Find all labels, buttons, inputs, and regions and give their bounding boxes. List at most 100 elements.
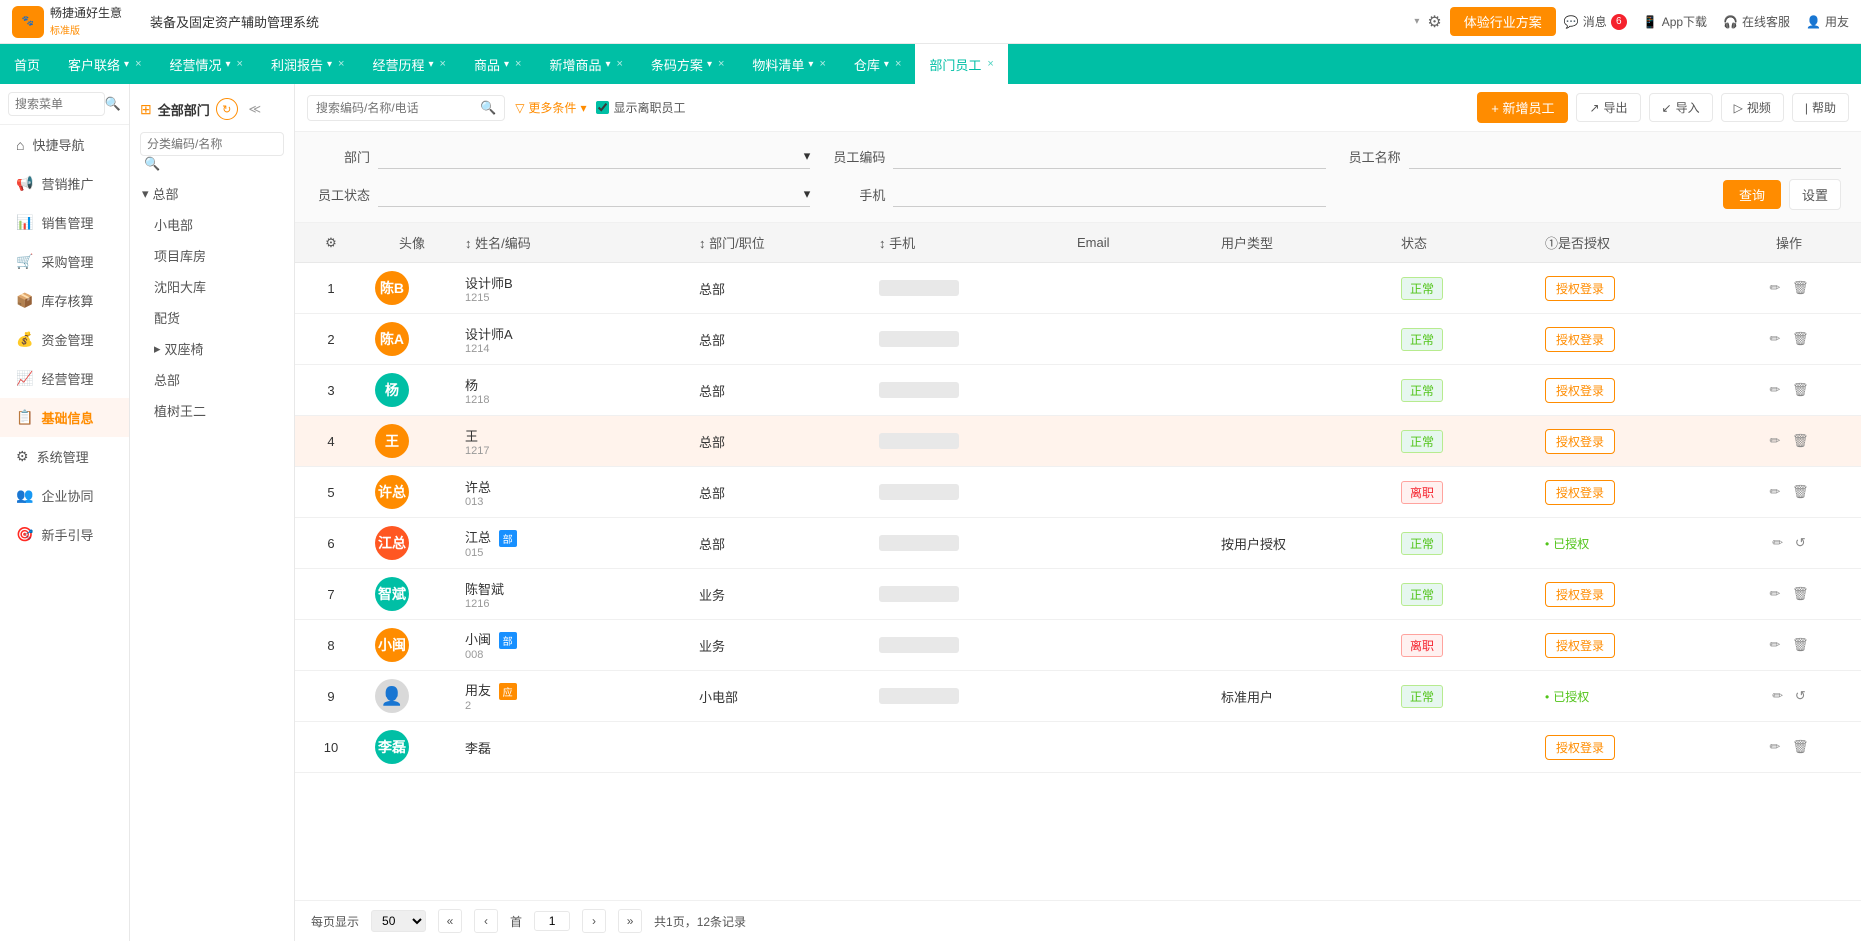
view-btn[interactable]: ▷ 视频: [1721, 93, 1784, 122]
nav-history-close[interactable]: ×: [440, 58, 446, 70]
dept-search-input[interactable]: [140, 132, 284, 156]
nav-barcode-close[interactable]: ×: [718, 58, 724, 70]
settings-icon[interactable]: ⚙: [1427, 12, 1441, 32]
nav-home[interactable]: 首页: [0, 44, 54, 84]
trial-button[interactable]: 体验行业方案: [1450, 7, 1556, 36]
sidebar-item-basic[interactable]: 📋 基础信息: [0, 398, 129, 437]
adv-empcode-input[interactable]: [893, 145, 1325, 169]
th-phone[interactable]: ↕ 手机: [871, 223, 1069, 263]
adv-empname-input[interactable]: [1409, 145, 1841, 169]
dept-item-zhishu[interactable]: 植树王二: [130, 395, 294, 426]
user-btn[interactable]: 👤 用友: [1806, 13, 1849, 30]
adv-status-select[interactable]: ▾: [378, 182, 810, 207]
sidebar-item-ops[interactable]: 📈 经营管理: [0, 359, 129, 398]
prev-page-btn[interactable]: ‹: [474, 909, 498, 933]
nav-bom-close[interactable]: ×: [819, 58, 825, 70]
th-dept[interactable]: ↕ 部门/职位: [691, 223, 871, 263]
delete-icon-2[interactable]: 🗑: [1792, 331, 1809, 346]
last-page-btn[interactable]: »: [618, 909, 642, 933]
edit-icon-6[interactable]: ✏: [1772, 535, 1783, 550]
auth-btn-5[interactable]: 授权登录: [1545, 480, 1615, 505]
filter-more-btn[interactable]: ▽ 更多条件 ▾: [515, 99, 586, 116]
auth-btn-8[interactable]: 授权登录: [1545, 633, 1615, 658]
sidebar-item-marketing[interactable]: 📢 营销推广: [0, 164, 129, 203]
nav-customer[interactable]: 客户联络▾×: [54, 44, 155, 84]
delete-icon-9[interactable]: ↺: [1795, 688, 1806, 703]
th-settings[interactable]: ⚙: [295, 223, 367, 263]
sidebar-item-guide[interactable]: 🎯 新手引导: [0, 515, 129, 554]
show-resigned-input[interactable]: [596, 101, 609, 114]
delete-icon-10[interactable]: 🗑: [1792, 739, 1809, 754]
edit-icon-3[interactable]: ✏: [1769, 382, 1780, 397]
sidebar-item-system[interactable]: ⚙ 系统管理: [0, 437, 129, 476]
search-input[interactable]: [316, 101, 476, 115]
show-resigned-checkbox[interactable]: 显示离职员工: [596, 99, 685, 116]
sidebar-item-sales[interactable]: 📊 销售管理: [0, 203, 129, 242]
sidebar-item-collab[interactable]: 👥 企业协同: [0, 476, 129, 515]
nav-profit-close[interactable]: ×: [338, 58, 344, 70]
delete-icon-3[interactable]: 🗑: [1792, 382, 1809, 397]
delete-icon-4[interactable]: 🗑: [1792, 433, 1809, 448]
auth-btn-10[interactable]: 授权登录: [1545, 735, 1615, 760]
dept-item-projlib[interactable]: 项目库房: [130, 240, 294, 271]
nav-warehouse[interactable]: 仓库▾×: [840, 44, 915, 84]
edit-icon-8[interactable]: ✏: [1769, 637, 1780, 652]
edit-icon-1[interactable]: ✏: [1769, 280, 1780, 295]
nav-bom[interactable]: 物料清单▾×: [738, 44, 839, 84]
nav-dept-staff[interactable]: 部门员工×: [915, 44, 1007, 84]
sidebar-search-input[interactable]: [8, 92, 105, 116]
page-number-input[interactable]: [534, 911, 570, 931]
nav-new-goods-close[interactable]: ×: [616, 58, 622, 70]
adv-search-btn[interactable]: 查询: [1723, 180, 1781, 209]
first-page-btn[interactable]: «: [438, 909, 462, 933]
sidebar-item-finance[interactable]: 💰 资金管理: [0, 320, 129, 359]
delete-icon-8[interactable]: 🗑: [1792, 637, 1809, 652]
sidebar-item-navigate[interactable]: ⌂ 快捷导航: [0, 125, 129, 164]
dept-item-xiaodian[interactable]: 小电部: [130, 209, 294, 240]
dept-item-zongbu[interactable]: 总部: [130, 364, 294, 395]
delete-icon-6[interactable]: ↺: [1795, 535, 1806, 550]
nav-warehouse-close[interactable]: ×: [895, 58, 901, 70]
auth-btn-4[interactable]: 授权登录: [1545, 429, 1615, 454]
dept-item-peihuo[interactable]: 配货: [130, 302, 294, 333]
export-btn[interactable]: ↗ 导出: [1576, 93, 1640, 122]
page-size-select[interactable]: 50 100 200: [371, 910, 426, 932]
nav-new-goods[interactable]: 新增商品▾×: [535, 44, 636, 84]
nav-goods-close[interactable]: ×: [515, 58, 521, 70]
edit-icon-5[interactable]: ✏: [1769, 484, 1780, 499]
edit-icon-4[interactable]: ✏: [1769, 433, 1780, 448]
nav-dept-close[interactable]: ×: [987, 58, 993, 70]
auth-btn-1[interactable]: 授权登录: [1545, 276, 1615, 301]
online-service-btn[interactable]: 🎧 在线客服: [1723, 13, 1790, 30]
app-btn[interactable]: 📱 App下载: [1643, 13, 1707, 30]
dept-refresh-btn[interactable]: ↻: [216, 98, 238, 120]
nav-profit[interactable]: 利润报告▾×: [257, 44, 358, 84]
nav-goods[interactable]: 商品▾×: [460, 44, 535, 84]
msg-btn[interactable]: 💬 消息 6: [1564, 13, 1627, 30]
delete-icon-1[interactable]: 🗑: [1792, 280, 1809, 295]
next-page-btn[interactable]: ›: [582, 909, 606, 933]
adv-dept-select[interactable]: ▾: [378, 144, 810, 169]
import-btn[interactable]: ↙ 导入: [1649, 93, 1713, 122]
sidebar-item-inventory[interactable]: 📦 库存核算: [0, 281, 129, 320]
edit-icon-9[interactable]: ✏: [1772, 688, 1783, 703]
edit-icon-2[interactable]: ✏: [1769, 331, 1780, 346]
add-employee-btn[interactable]: + 新增员工: [1477, 92, 1568, 123]
dept-item-shenyang[interactable]: 沈阳大库: [130, 271, 294, 302]
adv-setting-btn[interactable]: 设置: [1789, 179, 1841, 210]
auth-btn-3[interactable]: 授权登录: [1545, 378, 1615, 403]
sys-dropdown-arrow[interactable]: ▾: [1414, 16, 1419, 27]
nav-customer-close[interactable]: ×: [135, 58, 141, 70]
nav-history[interactable]: 经营历程▾×: [358, 44, 459, 84]
dept-item-shuangzuo[interactable]: ▸ 双座椅: [130, 333, 294, 364]
nav-barcode[interactable]: 条码方案▾×: [637, 44, 738, 84]
delete-icon-5[interactable]: 🗑: [1792, 484, 1809, 499]
auth-btn-7[interactable]: 授权登录: [1545, 582, 1615, 607]
dept-item-all[interactable]: ▾ 总部: [130, 178, 294, 209]
dept-collapse-btn[interactable]: ≪: [244, 98, 266, 120]
help-btn[interactable]: | 帮助: [1792, 93, 1849, 122]
edit-icon-7[interactable]: ✏: [1769, 586, 1780, 601]
nav-operation[interactable]: 经营情况▾×: [156, 44, 257, 84]
adv-phone-input[interactable]: [893, 183, 1325, 207]
delete-icon-7[interactable]: 🗑: [1792, 586, 1809, 601]
